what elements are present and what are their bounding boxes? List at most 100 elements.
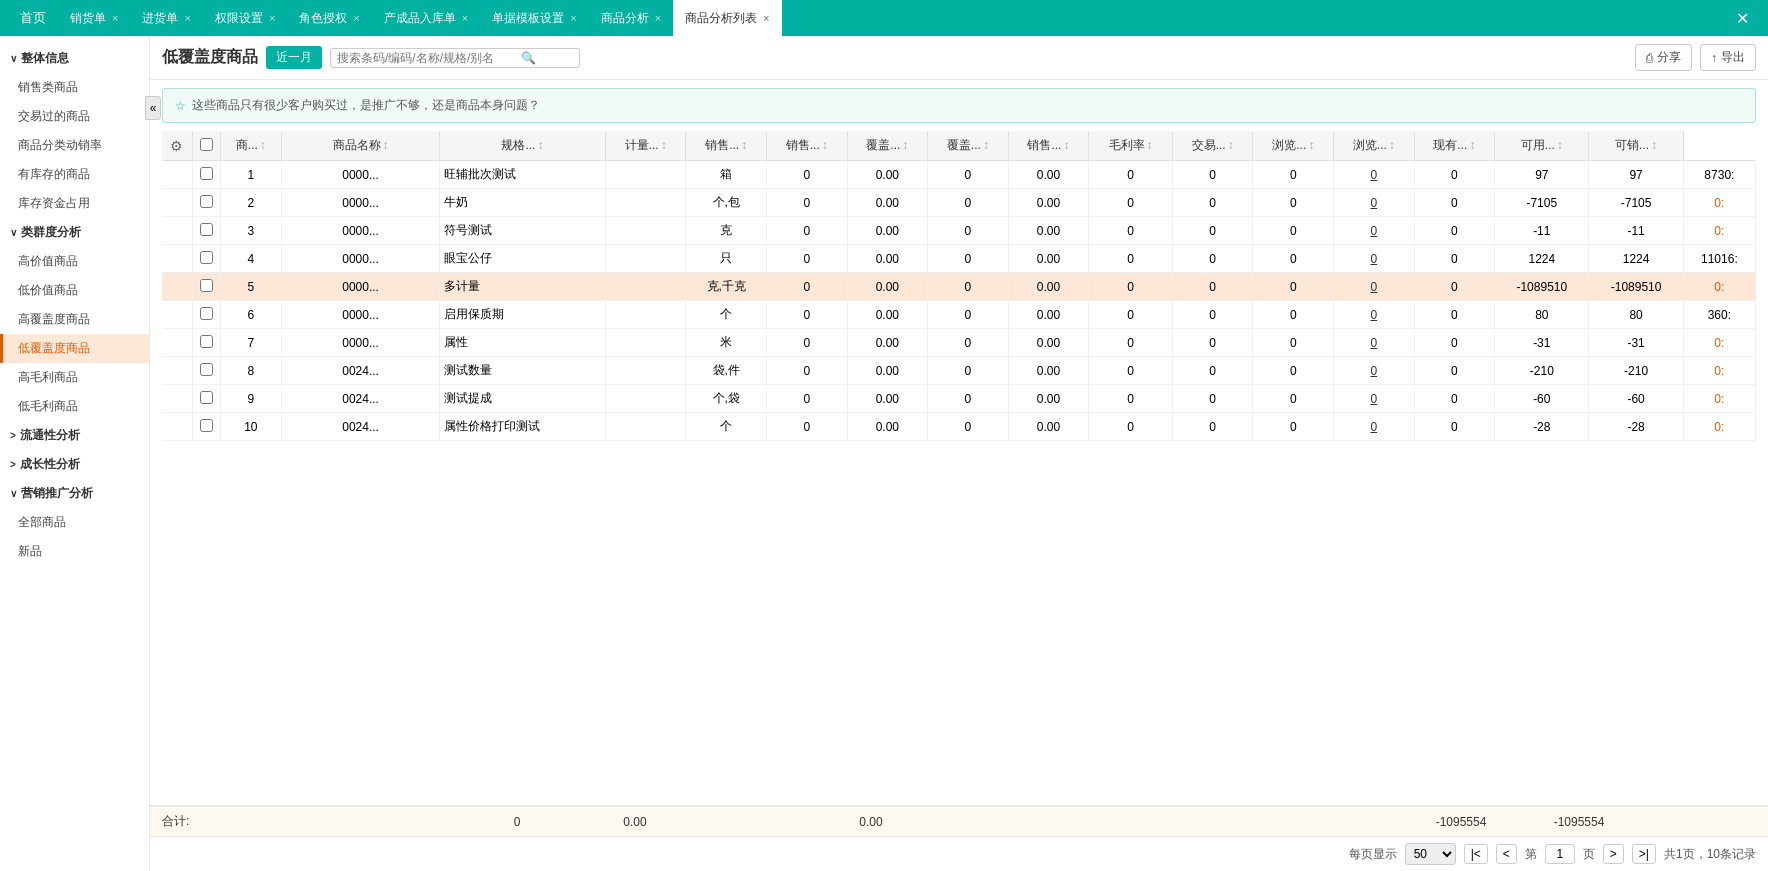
nav-home[interactable]: 首页 [8, 0, 58, 36]
last-page-button[interactable]: >| [1632, 844, 1656, 864]
col-sales-count[interactable]: 销售...↕ [1008, 131, 1089, 161]
sidebar-section-overall[interactable]: ∨ 整体信息 [0, 44, 149, 73]
nav-product-analysis[interactable]: 商品分析 × [589, 0, 673, 36]
col-unit[interactable]: 计量...↕ [605, 131, 686, 161]
cell-browse1[interactable]: 0 [1334, 385, 1415, 413]
period-button[interactable]: 近一月 [266, 46, 322, 69]
sidebar-item-category-rate[interactable]: 商品分类动销率 [0, 131, 149, 160]
row-checkbox[interactable] [200, 195, 213, 208]
cell-checkbox[interactable] [192, 189, 220, 217]
col-browse1[interactable]: 浏览...↕ [1253, 131, 1334, 161]
close-icon[interactable]: × [112, 12, 118, 24]
sidebar-item-high-value[interactable]: 高价值商品 [0, 247, 149, 276]
cell-browse1[interactable]: 0 [1334, 413, 1415, 441]
sidebar-item-low-profit[interactable]: 低毛利商品 [0, 392, 149, 421]
row-checkbox[interactable] [200, 223, 213, 236]
nav-purchase-order[interactable]: 进货单 × [130, 0, 202, 36]
cell-checkbox[interactable] [192, 245, 220, 273]
sidebar-item-all-goods[interactable]: 全部商品 [0, 508, 149, 537]
close-icon[interactable]: × [184, 12, 190, 24]
col-name[interactable]: 商品名称↕ [282, 131, 440, 161]
row-checkbox[interactable] [200, 279, 213, 292]
table-container[interactable]: ⚙ 商...↕ 商品名称↕ 规格...↕ 计量...↕ 销售...↕ 销售...… [162, 131, 1756, 805]
close-icon[interactable]: × [353, 12, 359, 24]
page-size-select[interactable]: 50 100 200 [1405, 843, 1456, 865]
sidebar-section-cluster[interactable]: ∨ 类群度分析 [0, 218, 149, 247]
nav-sales-order[interactable]: 销货单 × [58, 0, 130, 36]
sidebar-item-traded-goods[interactable]: 交易过的商品 [0, 102, 149, 131]
col-coverage2[interactable]: 覆盖...↕ [928, 131, 1009, 161]
close-icon[interactable]: × [269, 12, 275, 24]
first-page-button[interactable]: |< [1464, 844, 1488, 864]
select-all-checkbox[interactable] [200, 138, 213, 151]
col-sales-qty[interactable]: 销售...↕ [686, 131, 767, 161]
sidebar-item-high-profit[interactable]: 高毛利商品 [0, 363, 149, 392]
cell-browse1[interactable]: 0 [1334, 357, 1415, 385]
cell-checkbox[interactable] [192, 413, 220, 441]
sidebar-item-low-coverage[interactable]: 低覆盖度商品 [0, 334, 149, 363]
col-current-stock[interactable]: 现有...↕ [1414, 131, 1495, 161]
cell-checkbox[interactable] [192, 161, 220, 189]
col-saleable[interactable]: 可销...↕ [1589, 131, 1683, 161]
col-spec[interactable]: 规格...↕ [440, 131, 606, 161]
row-checkbox[interactable] [200, 363, 213, 376]
cell-browse1[interactable]: 0 [1334, 189, 1415, 217]
sidebar-item-capital-usage[interactable]: 库存资金占用 [0, 189, 149, 218]
col-browse2[interactable]: 浏览...↕ [1334, 131, 1415, 161]
window-close-button[interactable]: ✕ [1724, 0, 1760, 36]
close-icon[interactable]: × [570, 12, 576, 24]
row-checkbox[interactable] [200, 391, 213, 404]
nav-permission-settings[interactable]: 权限设置 × [203, 0, 287, 36]
cell-checkbox[interactable] [192, 273, 220, 301]
sidebar-item-stocked-goods[interactable]: 有库存的商品 [0, 160, 149, 189]
nav-template-settings[interactable]: 单据模板设置 × [480, 0, 588, 36]
sidebar-item-low-value[interactable]: 低价值商品 [0, 276, 149, 305]
prev-page-button[interactable]: < [1496, 844, 1517, 864]
sidebar-item-new-goods[interactable]: 新品 [0, 537, 149, 566]
sidebar-item-high-coverage[interactable]: 高覆盖度商品 [0, 305, 149, 334]
row-checkbox[interactable] [200, 307, 213, 320]
row-checkbox[interactable] [200, 251, 213, 264]
sidebar-section-circulation[interactable]: > 流通性分析 [0, 421, 149, 450]
sidebar-section-growth[interactable]: > 成长性分析 [0, 450, 149, 479]
sidebar-section-marketing[interactable]: ∨ 营销推广分析 [0, 479, 149, 508]
close-icon[interactable]: × [763, 12, 769, 24]
close-icon[interactable]: × [462, 12, 468, 24]
col-coverage1[interactable]: 覆盖...↕ [847, 131, 928, 161]
next-page-button[interactable]: > [1603, 844, 1624, 864]
top-nav: 首页 销货单 × 进货单 × 权限设置 × 角色授权 × 产成品入库单 × 单据… [0, 0, 1768, 36]
share-button[interactable]: ⎙ 分享 [1635, 44, 1692, 71]
col-settings[interactable]: ⚙ [162, 131, 192, 161]
search-icon[interactable]: 🔍 [521, 51, 536, 65]
row-checkbox[interactable] [200, 335, 213, 348]
cell-checkbox[interactable] [192, 385, 220, 413]
cell-browse1[interactable]: 0 [1334, 301, 1415, 329]
nav-role-auth[interactable]: 角色授权 × [287, 0, 371, 36]
nav-product-analysis-list[interactable]: 商品分析列表 × [673, 0, 781, 36]
cell-browse1[interactable]: 0 [1334, 329, 1415, 357]
cell-browse1[interactable]: 0 [1334, 245, 1415, 273]
nav-product-storage[interactable]: 产成品入库单 × [372, 0, 480, 36]
col-available-stock[interactable]: 可用...↕ [1495, 131, 1589, 161]
cell-checkbox[interactable] [192, 329, 220, 357]
cell-checkbox[interactable] [192, 357, 220, 385]
close-icon[interactable]: × [655, 12, 661, 24]
row-checkbox[interactable] [200, 419, 213, 432]
cell-browse1[interactable]: 0 [1334, 217, 1415, 245]
sidebar-collapse-button[interactable]: « [145, 96, 161, 120]
search-input[interactable] [337, 51, 517, 65]
col-gross-rate[interactable]: 毛利率↕ [1089, 131, 1173, 161]
col-sales-amount[interactable]: 销售...↕ [766, 131, 847, 161]
col-code[interactable]: 商...↕ [220, 131, 282, 161]
row-checkbox[interactable] [200, 167, 213, 180]
col-trade[interactable]: 交易...↕ [1172, 131, 1253, 161]
cell-browse1[interactable]: 0 [1334, 273, 1415, 301]
cell-code: 0000... [282, 301, 440, 329]
sidebar-item-sales-goods[interactable]: 销售类商品 [0, 73, 149, 102]
export-button[interactable]: ↑ 导出 [1700, 44, 1756, 71]
cell-checkbox[interactable] [192, 301, 220, 329]
cell-sales-count: 0 [1089, 161, 1173, 189]
page-number-input[interactable] [1545, 844, 1575, 864]
cell-browse1[interactable]: 0 [1334, 161, 1415, 189]
cell-checkbox[interactable] [192, 217, 220, 245]
